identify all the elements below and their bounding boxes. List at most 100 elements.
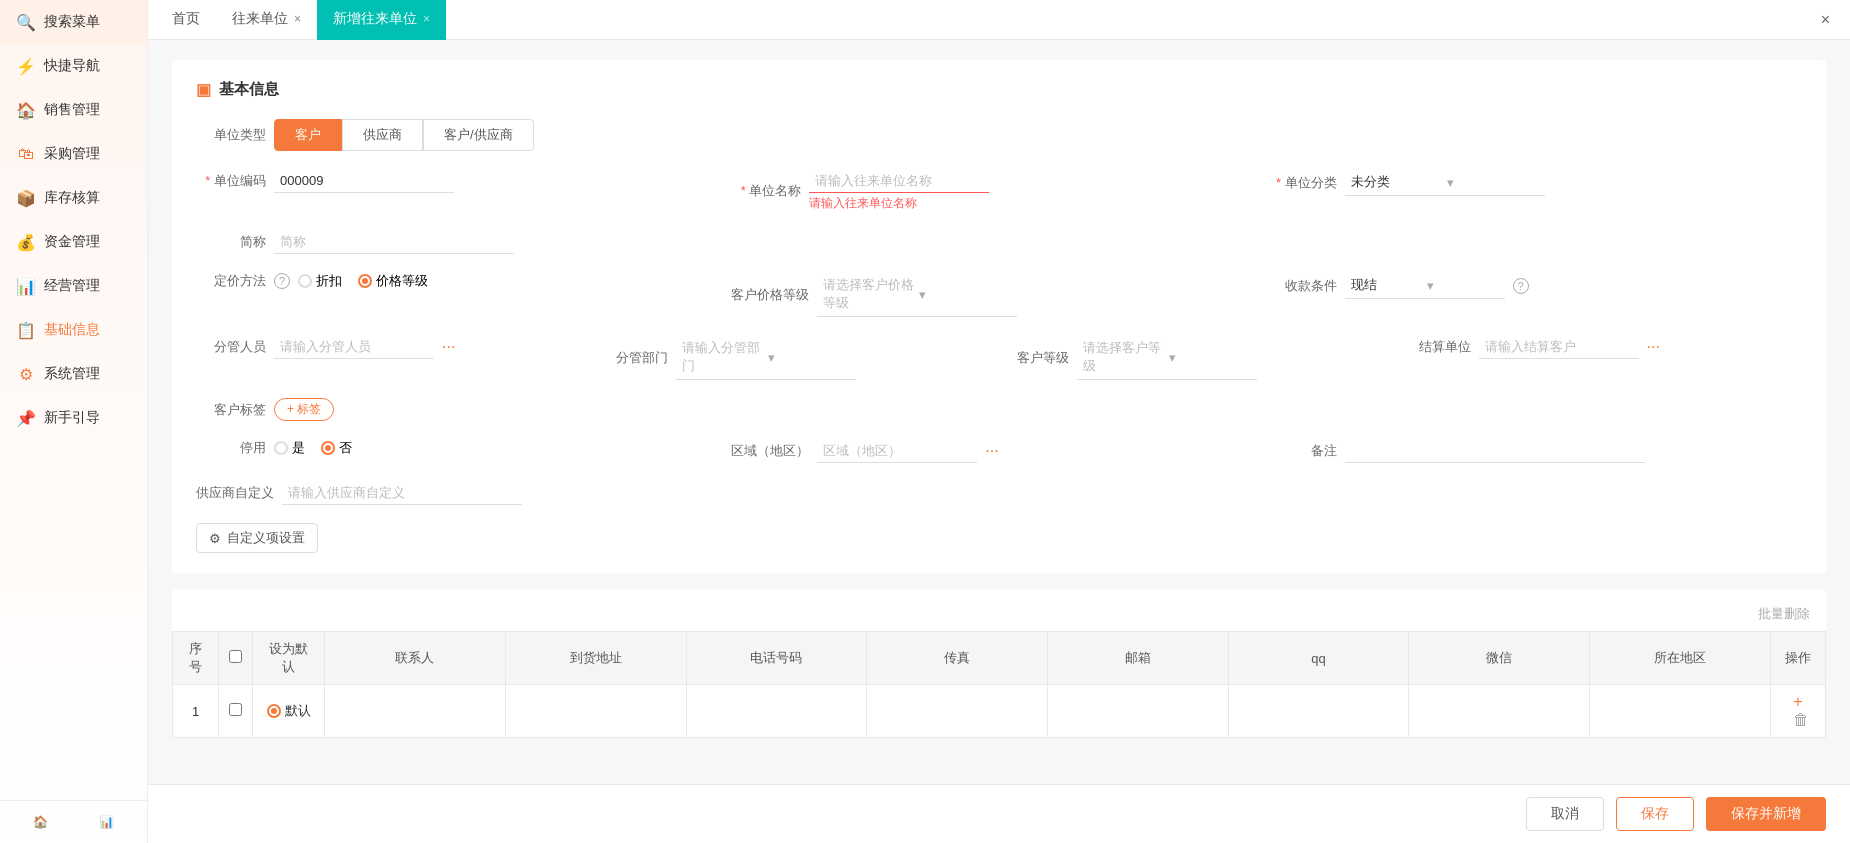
form-item-tags: 客户标签 + 标签: [196, 398, 1786, 421]
custom-settings-label: 自定义项设置: [227, 529, 305, 547]
sidebar-bottom-home[interactable]: 🏠: [8, 809, 74, 835]
sidebar-label-operations: 经营管理: [44, 277, 100, 295]
sidebar-label-basic-info: 基础信息: [44, 321, 100, 339]
row-checkbox[interactable]: [229, 703, 242, 716]
qq-input[interactable]: [1239, 704, 1399, 719]
wechat-input[interactable]: [1419, 704, 1579, 719]
settlement-input[interactable]: [1479, 335, 1639, 359]
cancel-button[interactable]: 取消: [1526, 797, 1604, 831]
sidebar-item-guide[interactable]: 📌 新手引导: [0, 396, 147, 440]
dept-placeholder: 请输入分管部门: [682, 339, 764, 375]
cell-email[interactable]: [1047, 685, 1228, 738]
sidebar-item-basic-info[interactable]: 📋 基础信息: [0, 308, 147, 352]
category-chevron-icon: ▾: [1447, 175, 1539, 190]
pricing-discount-option[interactable]: 折扣: [298, 272, 342, 290]
section-title: ▣ 基本信息: [196, 80, 1802, 99]
sidebar-bottom-stats[interactable]: 📊: [74, 809, 140, 835]
pricing-level-radio[interactable]: [358, 274, 372, 288]
payment-chevron-icon: ▾: [1427, 278, 1499, 293]
default-radio[interactable]: [267, 704, 281, 718]
name-input[interactable]: [809, 169, 989, 193]
settlement-more-btn[interactable]: ···: [1647, 338, 1660, 356]
window-close-btn[interactable]: ×: [1809, 3, 1842, 37]
tab-home[interactable]: 首页: [156, 0, 216, 40]
form-item-abbr: 简称: [196, 230, 1786, 254]
sidebar-label-system: 系统管理: [44, 365, 100, 383]
type-btn-customer[interactable]: 客户: [274, 119, 342, 151]
sidebar-item-inventory[interactable]: 📦 库存核算: [0, 176, 147, 220]
manager-more-btn[interactable]: ···: [442, 338, 455, 356]
customer-level-chevron-icon: ▾: [1169, 350, 1251, 365]
sidebar-item-quick-nav[interactable]: ⚡ 快捷导航: [0, 44, 147, 88]
tab-new-partner[interactable]: 新增往来单位 ×: [317, 0, 446, 40]
cell-checkbox[interactable]: [219, 685, 253, 738]
th-region: 所在地区: [1589, 632, 1770, 685]
disabled-no-radio[interactable]: [321, 441, 335, 455]
cell-qq[interactable]: [1228, 685, 1409, 738]
form-item-dept: 分管部门 请输入分管部门 ▾: [598, 335, 984, 380]
inventory-icon: 📦: [16, 188, 36, 208]
contact-input[interactable]: [335, 704, 495, 719]
cell-fax[interactable]: [867, 685, 1048, 738]
sidebar-item-purchase[interactable]: 🛍 采购管理: [0, 132, 147, 176]
disabled-no-option[interactable]: 否: [321, 439, 352, 457]
phone-input[interactable]: [697, 704, 857, 719]
manager-input[interactable]: [274, 335, 434, 359]
batch-delete-btn[interactable]: 批量删除: [172, 605, 1826, 631]
type-label: 单位类型: [196, 126, 266, 144]
cell-region[interactable]: [1589, 685, 1770, 738]
custom-settings-button[interactable]: ⚙ 自定义项设置: [196, 523, 318, 553]
del-row-btn[interactable]: 🗑: [1793, 711, 1809, 728]
add-row-btn[interactable]: +: [1793, 693, 1802, 710]
pricing-level-option[interactable]: 价格等级: [358, 272, 428, 290]
abbr-input[interactable]: [274, 230, 514, 254]
email-input[interactable]: [1058, 704, 1218, 719]
type-btn-both[interactable]: 客户/供应商: [423, 119, 534, 151]
sidebar-item-system[interactable]: ⚙ 系统管理: [0, 352, 147, 396]
pricing-discount-radio[interactable]: [298, 274, 312, 288]
table-region-input[interactable]: [1600, 704, 1760, 719]
cell-address[interactable]: [505, 685, 686, 738]
cell-wechat[interactable]: [1409, 685, 1590, 738]
fax-input[interactable]: [877, 704, 1037, 719]
category-select[interactable]: 未分类 ▾: [1345, 169, 1545, 196]
abbr-label: 简称: [196, 233, 266, 251]
dept-chevron-icon: ▾: [768, 350, 850, 365]
customer-level-select[interactable]: 请选择客户等级 ▾: [1077, 335, 1257, 380]
sidebar-item-operations[interactable]: 📊 经营管理: [0, 264, 147, 308]
address-input[interactable]: [516, 704, 676, 719]
customer-level-label: 客户等级: [999, 349, 1069, 367]
remarks-input[interactable]: [1345, 439, 1645, 463]
region-input[interactable]: [817, 439, 977, 463]
sidebar-item-finance[interactable]: 💰 资金管理: [0, 220, 147, 264]
payment-select[interactable]: 现结 ▾: [1345, 272, 1505, 299]
region-more-btn[interactable]: ···: [985, 442, 998, 460]
pricing-help-icon[interactable]: ?: [274, 273, 290, 289]
dept-label: 分管部门: [598, 349, 668, 367]
disabled-yes-radio[interactable]: [274, 441, 288, 455]
disabled-radio-group: 是 否: [274, 439, 352, 457]
disabled-yes-option[interactable]: 是: [274, 439, 305, 457]
add-tag-button[interactable]: + 标签: [274, 398, 334, 421]
tab-partners[interactable]: 往来单位 ×: [216, 0, 317, 40]
tab-partners-close[interactable]: ×: [294, 12, 301, 26]
save-new-button[interactable]: 保存并新增: [1706, 797, 1826, 831]
category-label: 单位分类: [1267, 174, 1337, 192]
section-title-text: 基本信息: [219, 80, 279, 99]
save-button[interactable]: 保存: [1616, 797, 1694, 831]
cell-phone[interactable]: [686, 685, 867, 738]
supplier-custom-input[interactable]: [282, 481, 522, 505]
region-label: 区域（地区）: [731, 442, 809, 460]
dept-select[interactable]: 请输入分管部门 ▾: [676, 335, 856, 380]
tab-new-partner-close[interactable]: ×: [423, 12, 430, 26]
cell-contact[interactable]: [325, 685, 506, 738]
payment-help-icon[interactable]: ?: [1513, 278, 1529, 294]
select-all-checkbox[interactable]: [229, 650, 242, 663]
customer-price-select[interactable]: 请选择客户价格等级 ▾: [817, 272, 1017, 317]
sidebar-item-search[interactable]: 🔍 搜索菜单: [0, 0, 147, 44]
type-btn-supplier[interactable]: 供应商: [342, 119, 423, 151]
customer-price-chevron-icon: ▾: [919, 287, 1011, 302]
sidebar-item-sales[interactable]: 🏠 销售管理: [0, 88, 147, 132]
default-radio-item[interactable]: 默认: [263, 702, 314, 720]
code-input[interactable]: [274, 169, 454, 193]
